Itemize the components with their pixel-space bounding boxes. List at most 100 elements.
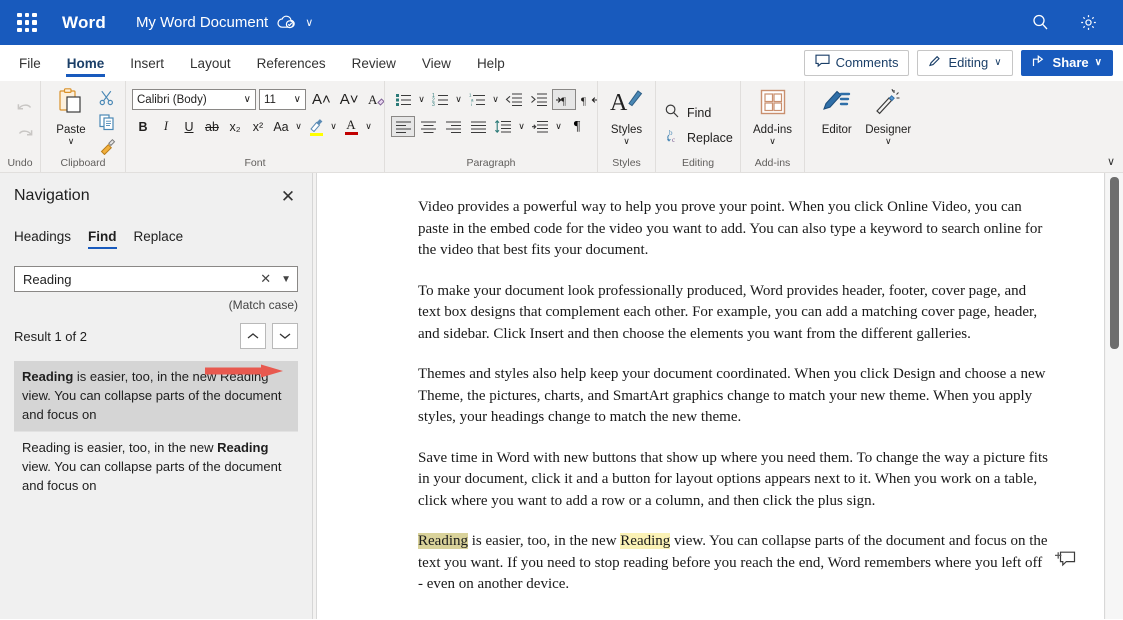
- title-bar: Word My Word Document ∨: [0, 0, 1123, 45]
- left-to-right-icon[interactable]: ¶: [552, 89, 576, 110]
- result-nav-buttons: [240, 323, 298, 349]
- tab-help[interactable]: Help: [464, 49, 518, 77]
- superscript-button[interactable]: x²: [247, 116, 269, 137]
- chevron-down-icon[interactable]: ∨: [769, 137, 776, 146]
- nav-tab-find[interactable]: Find: [88, 229, 117, 249]
- svg-text:¶: ¶: [561, 95, 566, 107]
- document-scrollbar[interactable]: [1106, 173, 1123, 619]
- chevron-down-icon[interactable]: ∨: [885, 137, 892, 146]
- workspace: Navigation ✕ Headings Find Replace Readi…: [0, 173, 1123, 619]
- result-summary-row: Result 1 of 2: [14, 323, 298, 349]
- justify-icon[interactable]: [466, 116, 490, 137]
- search-result-item[interactable]: Reading is easier, too, in the new Readi…: [14, 361, 298, 431]
- line-spacing-icon[interactable]: [491, 116, 515, 137]
- nav-tab-replace[interactable]: Replace: [134, 229, 184, 249]
- align-left-icon[interactable]: [391, 116, 415, 137]
- grow-font-icon[interactable]: A˄: [309, 89, 334, 110]
- undo-arrow-icon[interactable]: [12, 98, 38, 120]
- replace-button[interactable]: bc Replace: [662, 125, 739, 150]
- ribbon-collapse-icon[interactable]: ∨: [1107, 155, 1115, 168]
- clear-search-icon[interactable]: ✕: [253, 271, 278, 287]
- comments-button[interactable]: Comments: [803, 49, 910, 76]
- styles-pen-icon: A: [610, 87, 644, 122]
- editor-pen-icon: [821, 87, 853, 122]
- pilcrow-icon[interactable]: ¶: [565, 116, 589, 137]
- format-painter-icon[interactable]: [95, 135, 119, 157]
- tab-review[interactable]: Review: [339, 49, 409, 77]
- cloud-saved-icon[interactable]: [277, 15, 296, 30]
- gear-icon[interactable]: [1077, 12, 1099, 34]
- multilevel-list-icon[interactable]: 1ai: [465, 89, 489, 110]
- chevron-down-icon[interactable]: ∨: [623, 137, 630, 146]
- font-size-combo[interactable]: 11 ∨: [259, 89, 306, 110]
- font-color-icon[interactable]: A: [340, 116, 362, 137]
- nav-tab-headings[interactable]: Headings: [14, 229, 71, 249]
- add-ins-button[interactable]: Add-ins ∨: [747, 85, 798, 146]
- align-right-icon[interactable]: [441, 116, 465, 137]
- chevron-down-icon[interactable]: ∨: [68, 137, 75, 146]
- bold-button[interactable]: B: [132, 116, 154, 137]
- tab-insert[interactable]: Insert: [117, 49, 177, 77]
- search-icon: [664, 103, 680, 122]
- copy-icon[interactable]: [95, 111, 119, 133]
- navigation-search-box[interactable]: Reading ✕ ▼: [14, 266, 298, 292]
- search-result-item[interactable]: Reading is easier, too, in the new Readi…: [14, 432, 298, 502]
- bullet-list-icon[interactable]: [391, 89, 415, 110]
- next-result-button[interactable]: [272, 323, 298, 349]
- chevron-down-icon[interactable]: ∨: [490, 94, 501, 105]
- document-title[interactable]: My Word Document: [136, 14, 268, 31]
- ribbon-group-paragraph: ∨ 123 ∨ 1ai ∨ ¶ ¶ ∨ ∨ ¶ Paragraph: [384, 81, 597, 172]
- chevron-down-icon[interactable]: ∨: [416, 94, 427, 105]
- tab-layout[interactable]: Layout: [177, 49, 244, 77]
- previous-result-button[interactable]: [240, 323, 266, 349]
- group-label-styles: Styles: [612, 157, 641, 169]
- align-center-icon[interactable]: [416, 116, 440, 137]
- chevron-down-icon[interactable]: ∨: [553, 121, 564, 132]
- tab-references[interactable]: References: [244, 49, 339, 77]
- designer-button[interactable]: Designer ∨: [863, 85, 915, 146]
- editing-mode-button[interactable]: Editing ∨: [917, 49, 1013, 76]
- close-icon[interactable]: ✕: [278, 188, 298, 205]
- search-icon[interactable]: [1029, 12, 1051, 34]
- numbered-list-icon[interactable]: 123: [428, 89, 452, 110]
- document-page[interactable]: Video provides a powerful way to help yo…: [316, 173, 1105, 619]
- italic-button[interactable]: I: [155, 116, 177, 137]
- shading-icon[interactable]: [528, 116, 552, 137]
- scissors-icon[interactable]: [95, 87, 119, 109]
- styles-button[interactable]: A Styles ∨: [604, 85, 649, 146]
- change-case-button[interactable]: Aa: [270, 116, 292, 137]
- underline-button[interactable]: U: [178, 116, 200, 137]
- tab-file[interactable]: File: [6, 49, 54, 77]
- subscript-button[interactable]: x₂: [224, 116, 246, 137]
- font-row-bottom: B I U ab x₂ x² Aa ∨ ∨ A ∨: [132, 116, 374, 137]
- font-size-value: 11: [264, 93, 276, 106]
- increase-indent-icon[interactable]: [527, 89, 551, 110]
- chevron-down-icon[interactable]: ∨: [516, 121, 527, 132]
- paste-button[interactable]: Paste ∨: [47, 85, 95, 146]
- add-comment-icon[interactable]: [1054, 549, 1076, 571]
- chevron-down-icon[interactable]: ∨: [453, 94, 464, 105]
- chevron-down-icon[interactable]: ∨: [293, 121, 304, 132]
- strikethrough-button[interactable]: ab: [201, 116, 223, 137]
- font-name-combo[interactable]: Calibri (Body) ∨: [132, 89, 256, 110]
- word-app-window: Word My Word Document ∨ File Home Insert…: [0, 0, 1123, 620]
- tab-home[interactable]: Home: [54, 49, 118, 77]
- chevron-down-icon[interactable]: ∨: [363, 121, 374, 132]
- tab-view[interactable]: View: [409, 49, 464, 77]
- search-options-chevron-down-icon[interactable]: ▼: [278, 274, 291, 285]
- redo-arrow-icon[interactable]: [12, 124, 38, 146]
- editor-button[interactable]: Editor: [811, 85, 863, 136]
- title-chevron-down-icon[interactable]: ∨: [305, 16, 313, 29]
- group-label-font: Font: [244, 157, 266, 169]
- find-button[interactable]: Find: [662, 100, 717, 125]
- search-input[interactable]: Reading: [23, 272, 253, 287]
- scrollbar-thumb[interactable]: [1110, 177, 1119, 349]
- other-match-highlight: Reading: [620, 533, 671, 549]
- share-button[interactable]: Share ∨: [1020, 49, 1113, 76]
- decrease-indent-icon[interactable]: [502, 89, 526, 110]
- svg-text:A: A: [610, 90, 628, 116]
- text-highlight-icon[interactable]: [305, 116, 327, 137]
- chevron-down-icon[interactable]: ∨: [328, 121, 339, 132]
- shrink-font-icon[interactable]: A˅: [337, 89, 362, 110]
- app-launcher-icon[interactable]: [14, 10, 40, 36]
